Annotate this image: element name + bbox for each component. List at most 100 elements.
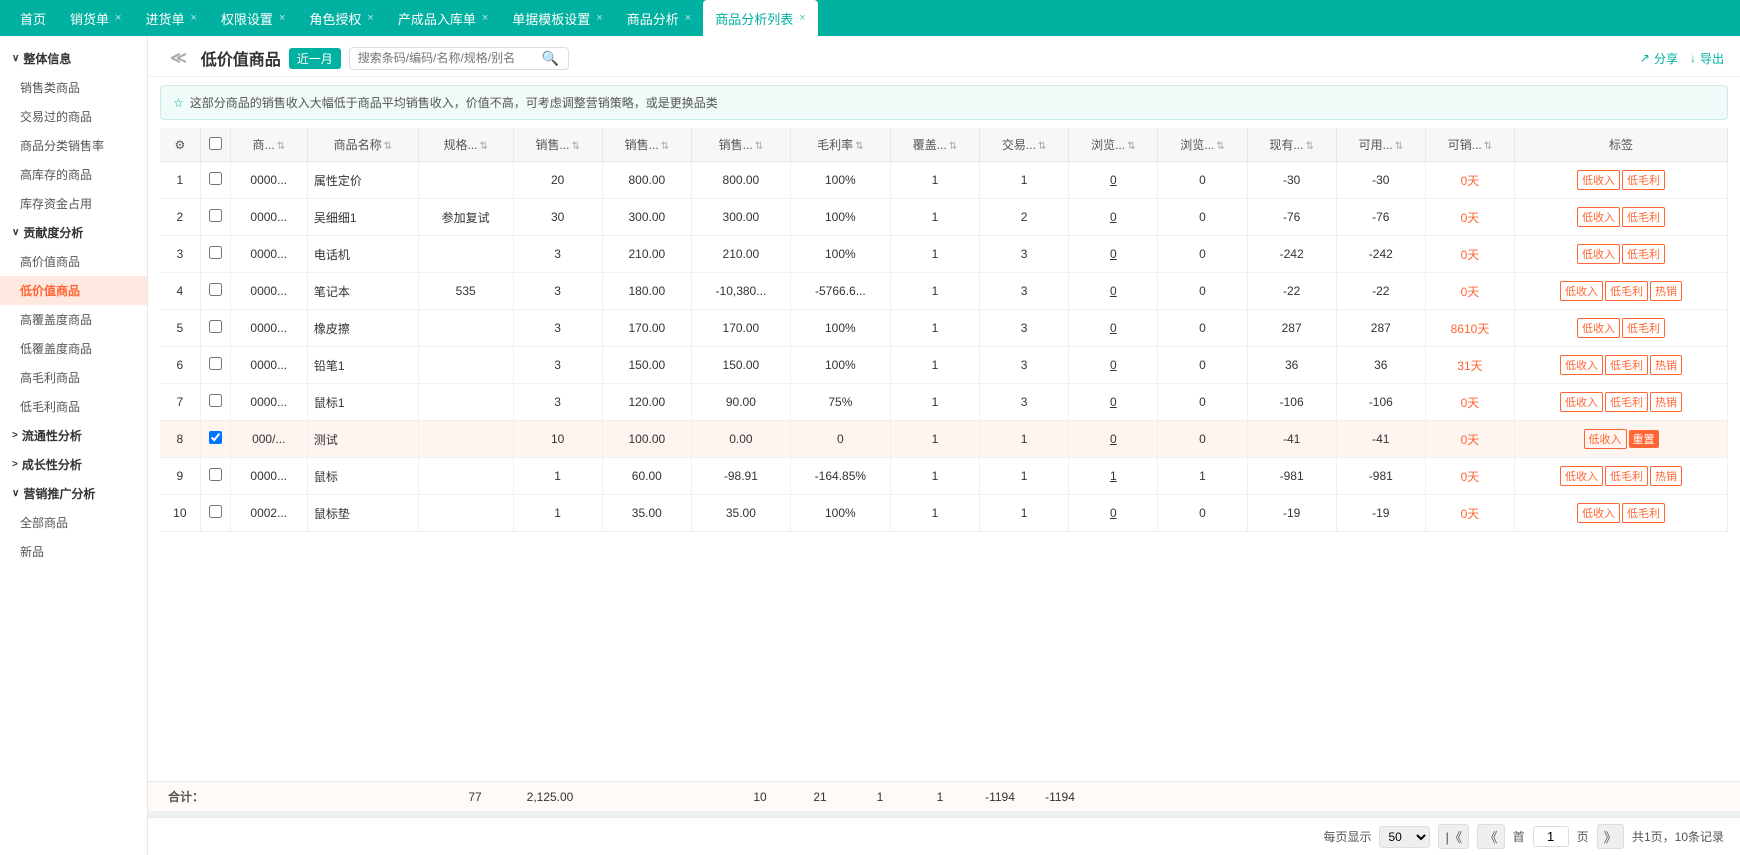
row-checkbox-cell[interactable]: [200, 421, 230, 458]
col-coverage[interactable]: 覆盖...⇅: [890, 128, 979, 162]
filter-period-tag[interactable]: 近一月: [289, 48, 341, 69]
col-avail[interactable]: 可用...⇅: [1336, 128, 1425, 162]
row-checkbox-cell[interactable]: [200, 384, 230, 421]
sidebar-item-all-products[interactable]: 全部商品: [0, 508, 147, 537]
row-checkbox[interactable]: [209, 431, 222, 444]
search-box[interactable]: 🔍: [349, 47, 569, 70]
close-roles-icon[interactable]: ×: [367, 12, 373, 24]
row-checkbox-cell[interactable]: [200, 236, 230, 273]
browse-link[interactable]: 0: [1110, 358, 1117, 372]
row-browse1[interactable]: 0: [1069, 421, 1158, 458]
row-checkbox[interactable]: [209, 394, 222, 407]
row-browse1[interactable]: 0: [1069, 236, 1158, 273]
first-page-button[interactable]: |《: [1438, 824, 1469, 849]
row-browse1[interactable]: 0: [1069, 347, 1158, 384]
col-browse1[interactable]: 浏览...⇅: [1069, 128, 1158, 162]
search-input[interactable]: [358, 51, 538, 65]
row-checkbox[interactable]: [209, 283, 222, 296]
col-sale3[interactable]: 销售...⇅: [691, 128, 790, 162]
next-page-button[interactable]: 》: [1597, 824, 1624, 849]
sidebar-item-low-coverage[interactable]: 低覆盖度商品: [0, 334, 147, 363]
close-sales-icon[interactable]: ×: [115, 12, 121, 24]
sidebar-section-marketing[interactable]: ∨ 营销推广分析: [0, 479, 147, 508]
sidebar-item-category-rate[interactable]: 商品分类销售率: [0, 131, 147, 160]
per-page-select[interactable]: 20 50 100: [1379, 826, 1430, 848]
row-checkbox[interactable]: [209, 209, 222, 222]
nav-home[interactable]: 首页: [8, 0, 58, 36]
nav-template[interactable]: 单据模板设置 ×: [500, 0, 614, 36]
sidebar-item-high-stock[interactable]: 高库存的商品: [0, 160, 147, 189]
sidebar-section-contribution[interactable]: ∨ 贡献度分析: [0, 218, 147, 247]
col-saleable[interactable]: 可销...⇅: [1425, 128, 1514, 162]
col-name[interactable]: 商品名称⇅: [307, 128, 418, 162]
row-browse1[interactable]: 0: [1069, 384, 1158, 421]
sidebar-toggle[interactable]: ≪: [164, 46, 193, 70]
row-checkbox[interactable]: [209, 357, 222, 370]
row-checkbox-cell[interactable]: [200, 273, 230, 310]
col-sale1[interactable]: 销售...⇅: [513, 128, 602, 162]
browse-link[interactable]: 0: [1110, 173, 1117, 187]
nav-analysis-list[interactable]: 商品分析列表 ×: [703, 0, 817, 36]
row-checkbox-cell[interactable]: [200, 458, 230, 495]
close-products-icon[interactable]: ×: [482, 12, 488, 24]
prev-page-button[interactable]: 《: [1477, 824, 1504, 849]
nav-roles[interactable]: 角色授权 ×: [297, 0, 385, 36]
browse-link[interactable]: 0: [1110, 395, 1117, 409]
sidebar-item-traded[interactable]: 交易过的商品: [0, 102, 147, 131]
share-button[interactable]: ↗ 分享: [1640, 50, 1678, 67]
row-checkbox[interactable]: [209, 320, 222, 333]
row-browse1[interactable]: 0: [1069, 199, 1158, 236]
row-checkbox[interactable]: [209, 505, 222, 518]
nav-permissions[interactable]: 权限设置 ×: [209, 0, 297, 36]
row-browse1[interactable]: 0: [1069, 273, 1158, 310]
col-spec[interactable]: 规格...⇅: [418, 128, 513, 162]
sidebar-item-low-margin[interactable]: 低毛利商品: [0, 392, 147, 421]
col-trade[interactable]: 交易...⇅: [980, 128, 1069, 162]
nav-analysis[interactable]: 商品分析 ×: [615, 0, 703, 36]
row-checkbox-cell[interactable]: [200, 347, 230, 384]
sidebar-item-stock-capital[interactable]: 库存资金占用: [0, 189, 147, 218]
sidebar-item-sales-products[interactable]: 销售类商品: [0, 73, 147, 102]
sidebar-item-low-value[interactable]: 低价值商品: [0, 276, 147, 305]
col-sale2[interactable]: 销售...⇅: [602, 128, 691, 162]
col-settings[interactable]: ⚙: [160, 128, 200, 162]
col-code[interactable]: 商...⇅: [230, 128, 307, 162]
nav-sales[interactable]: 销货单 ×: [58, 0, 133, 36]
row-browse1[interactable]: 1: [1069, 458, 1158, 495]
browse-link[interactable]: 0: [1110, 210, 1117, 224]
row-checkbox[interactable]: [209, 246, 222, 259]
close-template-icon[interactable]: ×: [596, 12, 602, 24]
sidebar-section-overall[interactable]: ∨ 整体信息: [0, 44, 147, 73]
col-gross[interactable]: 毛利率⇅: [790, 128, 890, 162]
row-checkbox-cell[interactable]: [200, 162, 230, 199]
row-browse1[interactable]: 0: [1069, 162, 1158, 199]
close-permissions-icon[interactable]: ×: [279, 12, 285, 24]
col-browse2[interactable]: 浏览...⇅: [1158, 128, 1247, 162]
browse-link[interactable]: 1: [1110, 469, 1117, 483]
settings-icon[interactable]: ⚙: [174, 138, 185, 152]
row-checkbox-cell[interactable]: [200, 199, 230, 236]
row-checkbox[interactable]: [209, 468, 222, 481]
close-purchase-icon[interactable]: ×: [190, 12, 196, 24]
row-checkbox[interactable]: [209, 172, 222, 185]
browse-link[interactable]: 0: [1110, 284, 1117, 298]
page-input[interactable]: [1533, 826, 1569, 847]
nav-purchase[interactable]: 进货单 ×: [133, 0, 208, 36]
sidebar-section-growth[interactable]: > 成长性分析: [0, 450, 147, 479]
export-button[interactable]: ↓ 导出: [1690, 50, 1724, 67]
close-analysis-list-icon[interactable]: ×: [799, 12, 805, 24]
col-stock[interactable]: 现有...⇅: [1247, 128, 1336, 162]
browse-link[interactable]: 0: [1110, 247, 1117, 261]
sidebar-item-high-value[interactable]: 高价值商品: [0, 247, 147, 276]
row-browse1[interactable]: 0: [1069, 310, 1158, 347]
sidebar-item-new-products[interactable]: 新品: [0, 537, 147, 566]
nav-products[interactable]: 产成品入库单 ×: [386, 0, 500, 36]
sidebar-section-circulation[interactable]: > 流通性分析: [0, 421, 147, 450]
browse-link[interactable]: 0: [1110, 506, 1117, 520]
sidebar-item-high-coverage[interactable]: 高覆盖度商品: [0, 305, 147, 334]
row-checkbox-cell[interactable]: [200, 310, 230, 347]
row-checkbox-cell[interactable]: [200, 495, 230, 532]
close-analysis-icon[interactable]: ×: [685, 12, 691, 24]
row-browse1[interactable]: 0: [1069, 495, 1158, 532]
select-all-checkbox[interactable]: [209, 137, 222, 150]
